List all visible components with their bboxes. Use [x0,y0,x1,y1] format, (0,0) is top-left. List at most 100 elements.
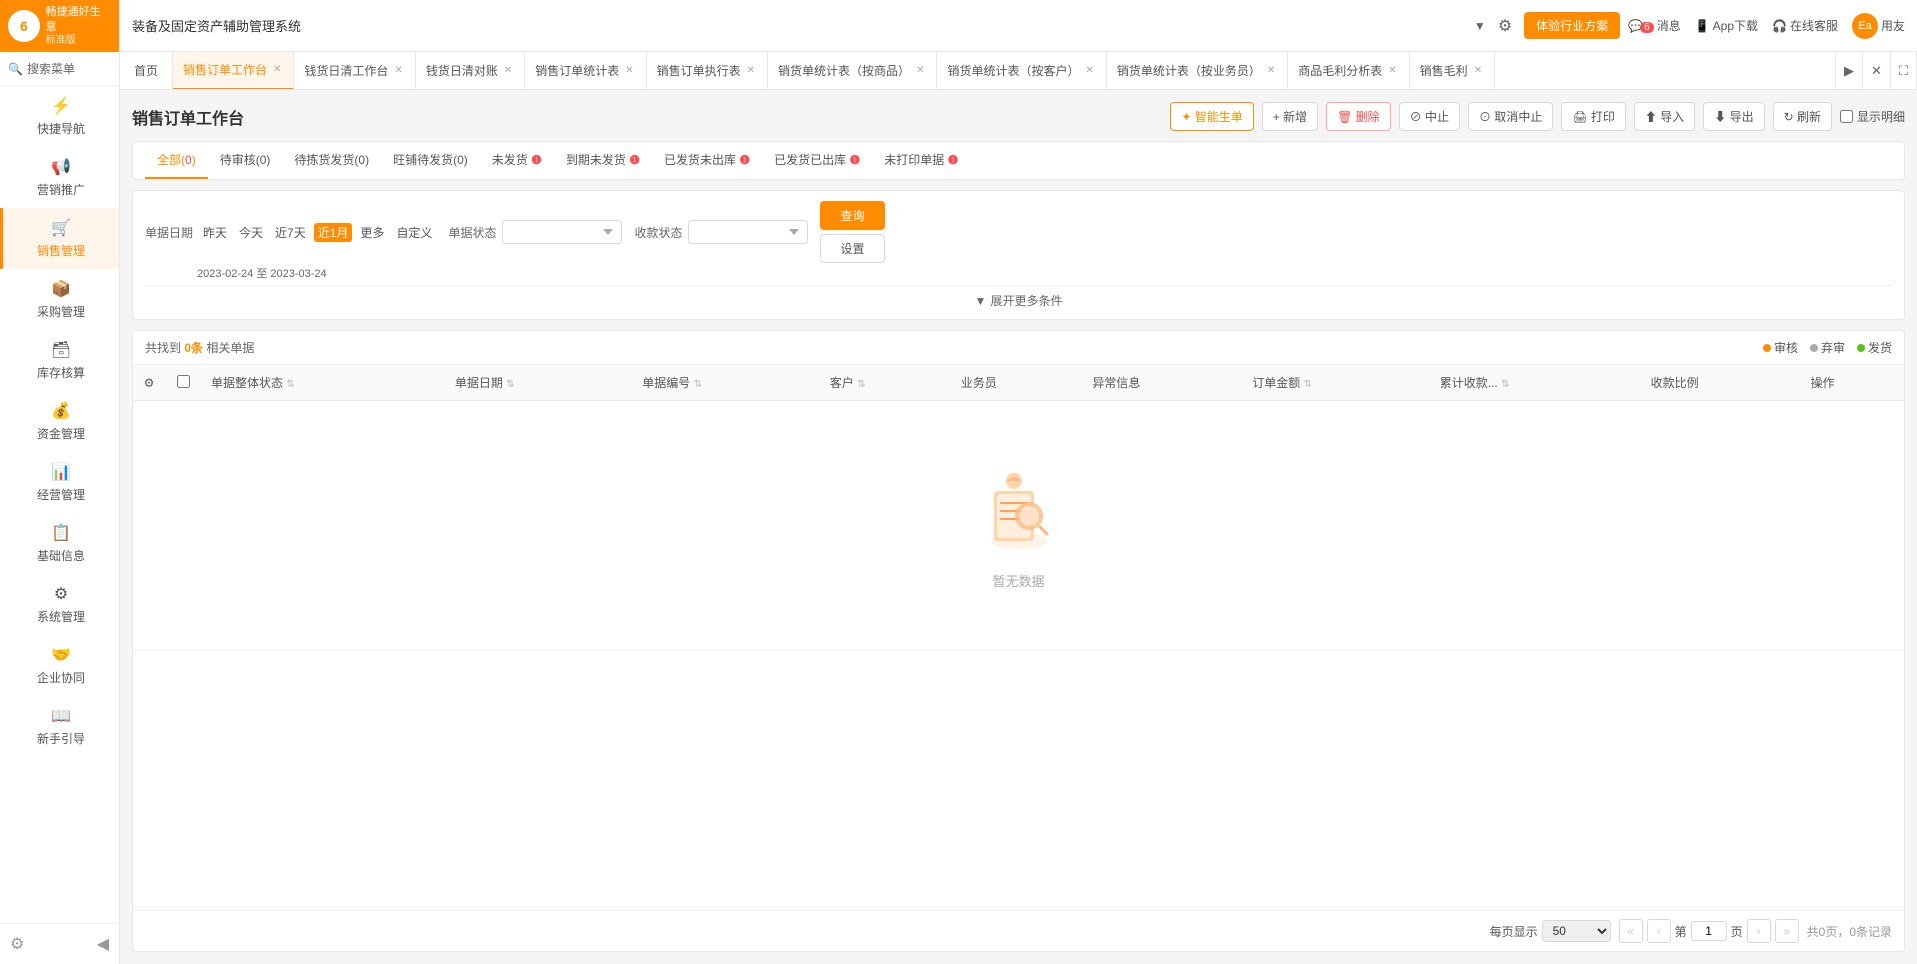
sort-date-icon[interactable]: ⇅ [506,379,514,390]
message-btn[interactable]: 💬 6 消息 [1628,17,1681,34]
logo-text: 畅捷通好生意 标准版 [46,5,111,47]
tab-maximize-icon[interactable]: ⛶ [1891,52,1917,90]
refresh-button[interactable]: ↻ 刷新 [1773,102,1832,131]
sidebar-collapse-icon[interactable]: ◀ [97,934,109,954]
filter-settings-button[interactable]: 设置 [820,234,884,263]
sub-tab-not-printed[interactable]: 未打印单据 ❶ [872,142,970,179]
sidebar-nav-item-marketing[interactable]: 📢 营销推广 [0,147,119,208]
tab-close-sales-workbench[interactable]: ✕ [271,64,283,75]
app-download-btn[interactable]: 📱 App下载 [1695,17,1758,34]
first-page-btn[interactable]: « [1619,919,1643,943]
tab-sales-workbench[interactable]: 销售订单工作台 ✕ [173,52,294,90]
tab-close-sales-exec[interactable]: ✕ [745,65,757,76]
sidebar-nav-item-finance[interactable]: 💰 资金管理 [0,391,119,452]
tab-sales-summary-customer[interactable]: 销货单统计表（按客户） ✕ [937,52,1106,90]
tab-close-summary-customer[interactable]: ✕ [1083,65,1095,76]
tab-close-cash-reconcile[interactable]: ✕ [502,65,514,76]
prev-page-btn[interactable]: ‹ [1647,919,1671,943]
show-detail-checkbox[interactable]: 显示明细 [1840,108,1905,125]
col-gear[interactable]: ⚙ [133,365,165,401]
date-1month[interactable]: 近1月 [314,223,353,242]
add-button[interactable]: + 新增 [1262,102,1318,131]
tab-close-product-margin[interactable]: ✕ [1386,65,1398,76]
select-all-checkbox[interactable] [177,375,190,388]
next-page-btn[interactable]: › [1747,919,1771,943]
sidebar-nav-item-system[interactable]: ⚙ 系统管理 [0,574,119,635]
tab-close-sales-profit[interactable]: ✕ [1472,65,1484,76]
sidebar-nav-item-quick-nav[interactable]: ⚡ 快捷导航 [0,86,119,147]
sub-tab-all[interactable]: 全部(0) [145,142,208,179]
date-more[interactable]: 更多 [356,223,388,242]
sub-tab-pending-inspect[interactable]: 待拣货发货(0) [282,142,381,179]
date-7days[interactable]: 近7天 [271,223,310,242]
tab-sales-summary-staff[interactable]: 销货单统计表（按业务员） ✕ [1107,52,1288,90]
page-input[interactable] [1691,921,1727,941]
status-select[interactable] [502,220,622,244]
delete-button[interactable]: 🗑 删除 [1326,102,1391,131]
tab-sales-stats[interactable]: 销售订单统计表 ✕ [525,52,646,90]
sub-tab-expired[interactable]: 到期未发货 ❶ [554,142,652,179]
print-button[interactable]: 🖨 打印 [1561,102,1626,131]
export-button[interactable]: ⬇ 导出 [1703,102,1764,131]
sidebar-nav-item-purchase[interactable]: 📦 采购管理 [0,269,119,330]
date-yesterday[interactable]: 昨天 [199,223,231,242]
filter-section: 单据日期 昨天 今天 近7天 近1月 更多 自定义 单据状态 [132,190,1905,320]
message-badge: 6 [1640,22,1654,33]
sidebar-settings-icon[interactable]: ⚙ [10,934,24,954]
sidebar-nav-item-inventory[interactable]: 🗃 库存核算 [0,330,119,391]
empty-row: 暂无数据 [133,401,1904,651]
trial-button[interactable]: 体验行业方案 [1524,12,1620,39]
tab-sales-exec[interactable]: 销售订单执行表 ✕ [647,52,768,90]
quick-action-cancel-review[interactable]: 弃审 [1810,339,1845,356]
quick-action-review[interactable]: 审核 [1763,339,1798,356]
quick-action-ship[interactable]: 发货 [1857,339,1892,356]
sub-tab-not-shipped[interactable]: 未发货 ❶ [480,142,554,179]
last-page-btn[interactable]: » [1775,919,1799,943]
tab-close-current-icon[interactable]: ✕ [1863,52,1891,90]
sub-tab-wangpu[interactable]: 旺铺待发货(0) [381,142,480,179]
gear-icon[interactable]: ⚙ [144,376,155,390]
sub-tab-pending-review[interactable]: 待审核(0) [208,142,283,179]
sort-amount-icon[interactable]: ⇅ [1304,379,1312,390]
tab-close-summary-product[interactable]: ✕ [914,65,926,76]
user-btn[interactable]: Ea 用友 [1852,13,1905,39]
tab-sales-profit[interactable]: 销售毛利 ✕ [1410,52,1495,90]
sidebar-nav-item-basic[interactable]: 📋 基础信息 [0,513,119,574]
tab-home[interactable]: 首页 [120,52,173,90]
tab-close-summary-staff[interactable]: ✕ [1265,65,1277,76]
col-check[interactable] [165,365,201,401]
tab-cash-daily[interactable]: 钱货日清工作台 ✕ [294,52,415,90]
tab-close-cash-daily[interactable]: ✕ [392,65,404,76]
sidebar-nav-item-enterprise[interactable]: 🤝 企业协同 [0,635,119,696]
sort-customer-icon[interactable]: ⇅ [857,379,865,390]
table-section: 共找到 0条 相关单据 审核 弃审 发货 [132,330,1905,952]
tab-close-sales-stats[interactable]: ✕ [623,65,635,76]
tab-sales-summary-product[interactable]: 销货单统计表（按商品） ✕ [768,52,937,90]
sidebar-nav-item-operations[interactable]: 📊 经营管理 [0,452,119,513]
sidebar-nav-item-sales[interactable]: 🛒 销售管理 [0,208,119,269]
query-button[interactable]: 查询 [820,201,884,230]
show-detail-input[interactable] [1840,110,1853,123]
tab-product-margin[interactable]: 商品毛利分析表 ✕ [1288,52,1409,90]
sub-tab-shipped-not-out[interactable]: 已发货未出库 ❶ [652,142,762,179]
online-service-btn[interactable]: 🎧 在线客服 [1772,17,1838,34]
import-button[interactable]: ⬆ 导入 [1634,102,1695,131]
sidebar-nav-item-guide[interactable]: 📖 新手引导 [0,696,119,757]
cancel-suspend-button[interactable]: ⊙ 取消中止 [1468,102,1553,131]
date-custom[interactable]: 自定义 [392,223,436,242]
sub-tab-shipped-out[interactable]: 已发货已出库 ❶ [762,142,872,179]
payment-select[interactable] [688,220,808,244]
date-today[interactable]: 今天 [235,223,267,242]
topbar-settings-icon[interactable]: ⚙ [1494,12,1516,40]
tab-cash-reconcile[interactable]: 钱货日清对账 ✕ [416,52,525,90]
tab-scroll-right-icon[interactable]: ▶ [1836,52,1863,90]
filter-expand-btn[interactable]: ▼ 展开更多条件 [145,285,1892,309]
per-page-select[interactable]: 50 10 20 100 [1542,920,1611,942]
sort-number-icon[interactable]: ⇅ [694,379,702,390]
topbar-chevron-icon[interactable]: ▼ [1474,19,1486,33]
suspend-button[interactable]: ⊘ 中止 [1399,102,1460,131]
sidebar-search[interactable]: 🔍 搜索菜单 [0,52,119,86]
sort-cumulative-icon[interactable]: ⇅ [1501,379,1509,390]
sort-status-icon[interactable]: ⇅ [286,379,294,390]
smart-create-button[interactable]: ✦ 智能生单 [1170,102,1253,131]
